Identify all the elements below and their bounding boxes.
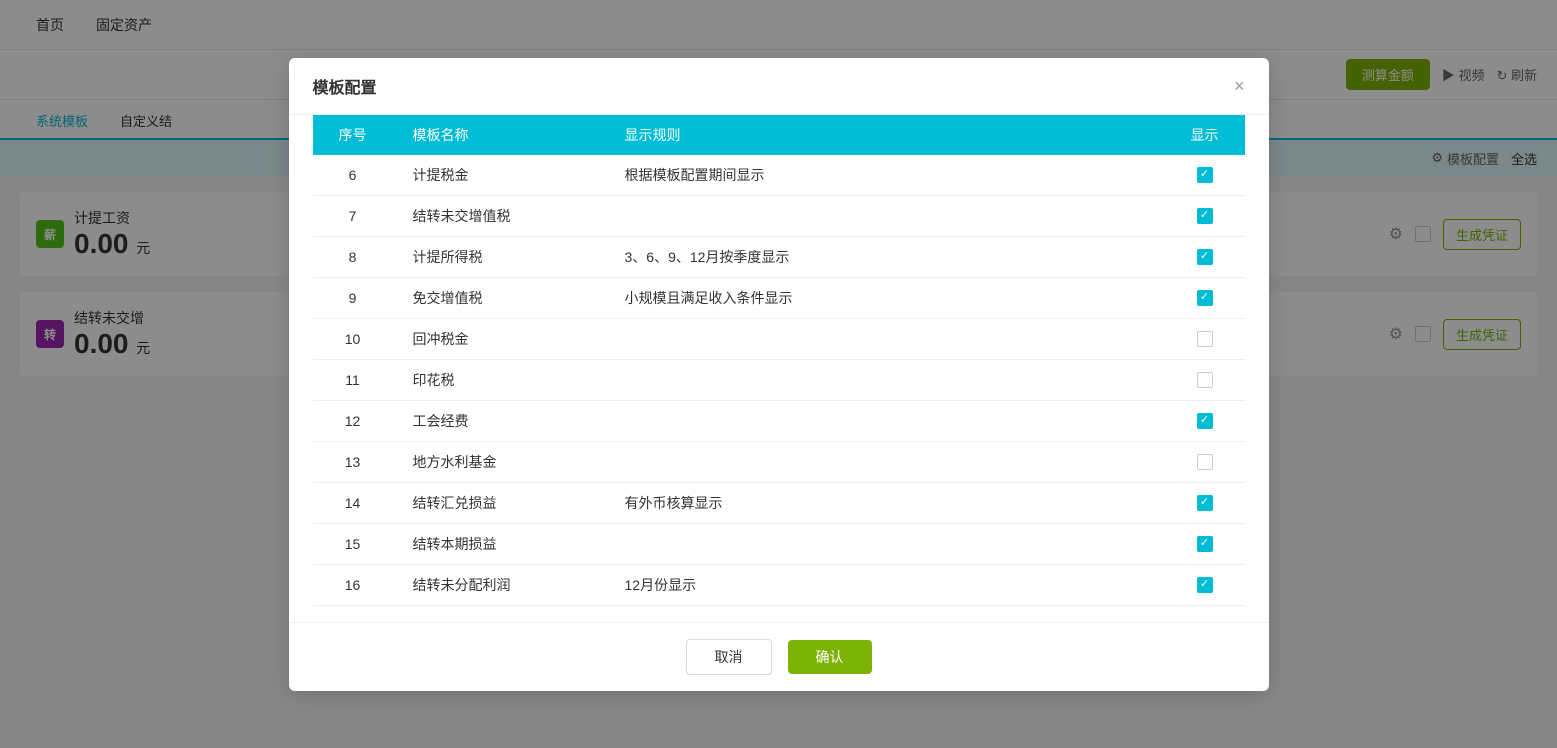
modal-close-button[interactable]: × xyxy=(1234,77,1245,95)
modal-body: 序号 模板名称 显示规则 显示 6计提税金根据模板配置期间显示7结转未交增值税8… xyxy=(289,115,1269,622)
cell-rule: 12月份显示 xyxy=(613,564,1165,605)
table-row: 6计提税金根据模板配置期间显示 xyxy=(313,155,1245,196)
cell-rule: 根据模板配置期间显示 xyxy=(613,155,1165,196)
cell-rule xyxy=(613,318,1165,359)
cell-checkbox[interactable] xyxy=(1165,359,1245,400)
cancel-button[interactable]: 取消 xyxy=(686,639,772,675)
table-row: 13地方水利基金 xyxy=(313,441,1245,482)
cell-rule: 3、6、9、12月按季度显示 xyxy=(613,236,1165,277)
cell-rule xyxy=(613,359,1165,400)
cell-no: 16 xyxy=(313,564,393,605)
modal-title: 模板配置 xyxy=(313,74,377,98)
cell-checkbox[interactable] xyxy=(1165,400,1245,441)
confirm-button[interactable]: 确认 xyxy=(788,640,872,674)
cell-rule: 小规模且满足收入条件显示 xyxy=(613,277,1165,318)
cell-no: 14 xyxy=(313,482,393,523)
checkbox-checked[interactable] xyxy=(1197,167,1213,183)
checkbox-checked[interactable] xyxy=(1197,577,1213,593)
table-row: 12工会经费 xyxy=(313,400,1245,441)
col-header-display: 显示 xyxy=(1165,115,1245,155)
checkbox-checked[interactable] xyxy=(1197,249,1213,265)
cell-checkbox[interactable] xyxy=(1165,318,1245,359)
modal-header: 模板配置 × xyxy=(289,58,1269,115)
table-row: 14结转汇兑损益有外币核算显示 xyxy=(313,482,1245,523)
cell-no: 9 xyxy=(313,277,393,318)
checkbox-checked[interactable] xyxy=(1197,536,1213,552)
cell-rule xyxy=(613,441,1165,482)
modal-footer: 取消 确认 xyxy=(289,622,1269,691)
checkbox-unchecked[interactable] xyxy=(1197,454,1213,470)
col-header-name: 模板名称 xyxy=(393,115,613,155)
cell-no: 13 xyxy=(313,441,393,482)
cell-name: 计提税金 xyxy=(393,155,613,196)
checkbox-checked[interactable] xyxy=(1197,495,1213,511)
cell-name: 结转本期损益 xyxy=(393,523,613,564)
col-header-no: 序号 xyxy=(313,115,393,155)
checkbox-unchecked[interactable] xyxy=(1197,372,1213,388)
cell-checkbox[interactable] xyxy=(1165,482,1245,523)
cell-name: 回冲税金 xyxy=(393,318,613,359)
table-header-row: 序号 模板名称 显示规则 显示 xyxy=(313,115,1245,155)
modal-overlay[interactable]: 模板配置 × 序号 模板名称 显示规则 显示 6计提税金根据模板配置期间显示7结… xyxy=(0,0,1557,748)
cell-checkbox[interactable] xyxy=(1165,155,1245,196)
cell-no: 8 xyxy=(313,236,393,277)
table-row: 7结转未交增值税 xyxy=(313,195,1245,236)
modal-template-config: 模板配置 × 序号 模板名称 显示规则 显示 6计提税金根据模板配置期间显示7结… xyxy=(289,58,1269,691)
cell-rule xyxy=(613,195,1165,236)
cell-checkbox[interactable] xyxy=(1165,441,1245,482)
cell-name: 结转未交增值税 xyxy=(393,195,613,236)
table-row: 9免交增值税小规模且满足收入条件显示 xyxy=(313,277,1245,318)
table-row: 15结转本期损益 xyxy=(313,523,1245,564)
table-row: 10回冲税金 xyxy=(313,318,1245,359)
cell-rule xyxy=(613,400,1165,441)
cell-name: 地方水利基金 xyxy=(393,441,613,482)
cell-no: 15 xyxy=(313,523,393,564)
table-row: 8计提所得税3、6、9、12月按季度显示 xyxy=(313,236,1245,277)
cell-name: 结转汇兑损益 xyxy=(393,482,613,523)
cell-name: 计提所得税 xyxy=(393,236,613,277)
table-row: 11印花税 xyxy=(313,359,1245,400)
cell-no: 12 xyxy=(313,400,393,441)
cell-name: 工会经费 xyxy=(393,400,613,441)
cell-rule: 有外币核算显示 xyxy=(613,482,1165,523)
checkbox-checked[interactable] xyxy=(1197,413,1213,429)
cell-checkbox[interactable] xyxy=(1165,236,1245,277)
cell-no: 11 xyxy=(313,359,393,400)
cell-checkbox[interactable] xyxy=(1165,195,1245,236)
table-row: 16结转未分配利润12月份显示 xyxy=(313,564,1245,605)
col-header-rule: 显示规则 xyxy=(613,115,1165,155)
cell-name: 免交增值税 xyxy=(393,277,613,318)
checkbox-unchecked[interactable] xyxy=(1197,331,1213,347)
cell-no: 6 xyxy=(313,155,393,196)
cell-name: 印花税 xyxy=(393,359,613,400)
cell-no: 7 xyxy=(313,195,393,236)
cell-rule xyxy=(613,523,1165,564)
cell-checkbox[interactable] xyxy=(1165,277,1245,318)
cell-checkbox[interactable] xyxy=(1165,564,1245,605)
cell-no: 10 xyxy=(313,318,393,359)
checkbox-checked[interactable] xyxy=(1197,290,1213,306)
checkbox-checked[interactable] xyxy=(1197,208,1213,224)
cell-name: 结转未分配利润 xyxy=(393,564,613,605)
cell-checkbox[interactable] xyxy=(1165,523,1245,564)
config-table: 序号 模板名称 显示规则 显示 6计提税金根据模板配置期间显示7结转未交增值税8… xyxy=(313,115,1245,606)
